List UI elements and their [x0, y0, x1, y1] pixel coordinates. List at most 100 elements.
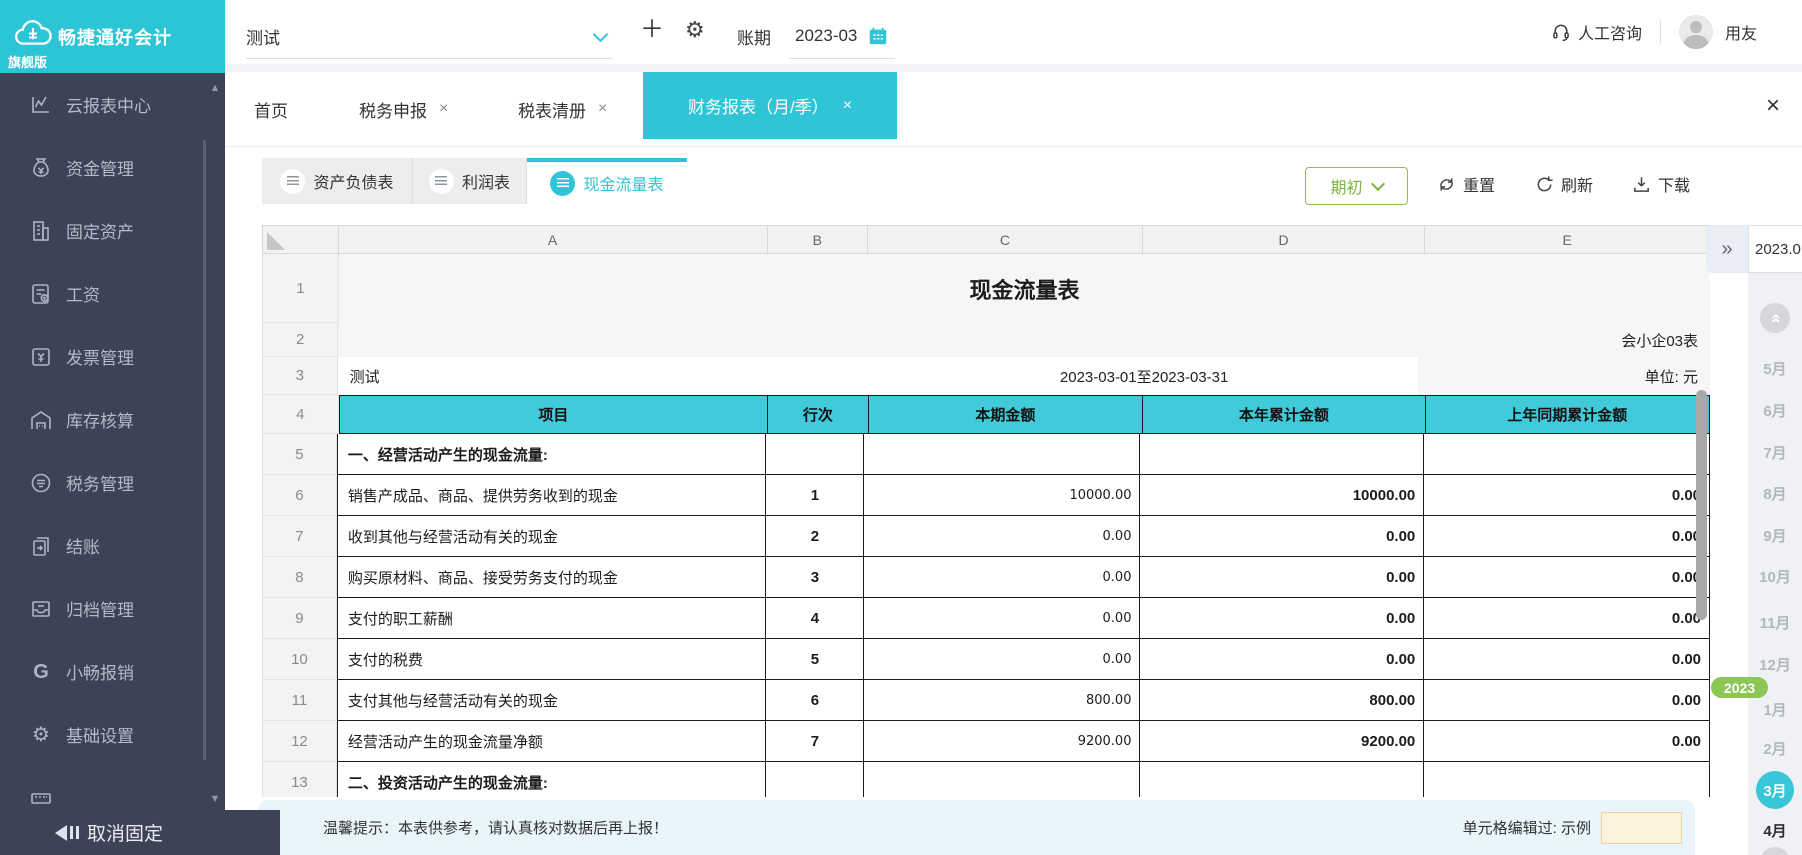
sheet-scrollbar[interactable] [1696, 390, 1707, 620]
row-number[interactable]: 2 [262, 323, 339, 357]
row-number[interactable]: 8 [262, 557, 337, 598]
empty-cell[interactable] [771, 357, 871, 395]
cell-item[interactable]: 支付的税费 [336, 639, 767, 680]
cell-line[interactable]: 2 [766, 516, 865, 557]
user-name[interactable]: 用友 [1725, 20, 1757, 44]
company-name[interactable]: 测试 [337, 357, 772, 395]
cell-item[interactable]: 购买原材料、商品、接受劳务支付的现金 [336, 557, 767, 598]
row-number[interactable]: 12 [262, 721, 337, 762]
month-oct[interactable]: 10月 [1748, 566, 1802, 587]
cell-line[interactable]: 3 [766, 557, 865, 598]
sidebar-item-fixed-assets[interactable]: 固定资产 [0, 199, 225, 262]
cell-ytd[interactable]: 0.00 [1140, 598, 1425, 639]
month-dec[interactable]: 12月 [1748, 654, 1802, 675]
header-line[interactable]: 行次 [768, 395, 869, 434]
header-current[interactable]: 本期金额 [868, 395, 1144, 434]
cell-line[interactable]: 6 [766, 680, 865, 721]
cell-prior[interactable]: 0.00 [1424, 516, 1710, 557]
header-prior[interactable]: 上年同期累计金额 [1425, 395, 1710, 434]
subtab-balance-sheet[interactable]: 资产负债表 [262, 158, 413, 204]
cell-ytd[interactable]: 0.00 [1140, 639, 1425, 680]
sidebar-item-settings[interactable]: ⚙ 基础设置 [0, 703, 225, 766]
support-link[interactable]: 人工咨询 [1551, 20, 1642, 44]
subtab-cash-flow-active[interactable]: 现金流量表 [527, 158, 687, 204]
cell-line[interactable]: 5 [766, 639, 865, 680]
cell-prior[interactable]: 0.00 [1424, 475, 1710, 516]
cell-prior[interactable] [1424, 434, 1710, 475]
cell-current[interactable]: 10000.00 [864, 475, 1141, 516]
month-nov[interactable]: 11月 [1748, 612, 1802, 633]
row-number[interactable]: 13 [262, 762, 337, 797]
sidebar-item-expense[interactable]: G 小畅报销 [0, 640, 225, 703]
cell-prior[interactable]: 0.00 [1424, 557, 1710, 598]
row-number[interactable]: 7 [262, 516, 337, 557]
cell-item[interactable]: 支付的职工薪酬 [336, 598, 767, 639]
cell-line[interactable]: 7 [766, 721, 865, 762]
cell-prior[interactable]: 0.00 [1424, 639, 1710, 680]
cell-current[interactable]: 0.00 [864, 557, 1141, 598]
tab-close-icon[interactable]: × [843, 97, 852, 114]
avatar[interactable] [1678, 15, 1713, 49]
cell-item[interactable]: 销售产成品、商品、提供劳务收到的现金 [336, 475, 767, 516]
cell-current[interactable]: 0.00 [864, 516, 1141, 557]
cell-ytd[interactable] [1140, 762, 1425, 797]
column-header-b[interactable]: B [767, 225, 869, 254]
sidebar-scroll-down-icon[interactable]: ▼ [205, 793, 225, 807]
row-number[interactable]: 11 [262, 680, 337, 721]
collapse-rail-button[interactable]: » [1706, 225, 1748, 273]
sidebar-item-invoices[interactable]: 发票管理 [0, 325, 225, 388]
column-header-e[interactable]: E [1425, 225, 1710, 254]
form-code[interactable]: 会小企03表 [338, 323, 1710, 357]
tab-close-icon[interactable]: × [439, 101, 448, 117]
row-number[interactable]: 3 [262, 357, 338, 395]
rail-scroll-down-button[interactable] [1760, 847, 1790, 855]
rail-scroll-up-button[interactable]: » [1760, 303, 1790, 333]
sidebar-item-archive[interactable]: 归档管理 [0, 577, 225, 640]
month-apr-current[interactable]: 4月 [1748, 820, 1802, 841]
cell-current[interactable] [864, 762, 1141, 797]
cell-current[interactable]: 800.00 [864, 680, 1141, 721]
cell-current[interactable]: 9200.00 [864, 721, 1141, 762]
sidebar-item-funds[interactable]: 资金管理 [0, 136, 225, 199]
header-item[interactable]: 项目 [338, 395, 769, 434]
column-header-d[interactable]: D [1142, 225, 1426, 254]
cell-current[interactable] [864, 434, 1141, 475]
sidebar-item-cloud-reports[interactable]: 云报表中心 [0, 73, 225, 136]
cell-item[interactable]: 经营活动产生的现金流量净额 [336, 721, 767, 762]
cell-item[interactable]: 二、投资活动产生的现金流量: [336, 762, 767, 797]
cell-current[interactable]: 0.00 [864, 598, 1141, 639]
row-number[interactable]: 4 [262, 395, 339, 434]
refresh-button[interactable]: 刷新 [1535, 172, 1593, 196]
add-button[interactable]: ＋ [640, 18, 664, 42]
month-jan[interactable]: 1月 [1748, 699, 1802, 720]
unpin-sidebar-button[interactable]: 取消固定 [0, 810, 280, 855]
unit-label[interactable]: 单位: 元 [1418, 357, 1710, 395]
cell-item[interactable]: 一、经营活动产生的现金流量: [336, 434, 767, 475]
download-button[interactable]: 下载 [1632, 172, 1690, 196]
sidebar-item-inventory[interactable]: 库存核算 [0, 388, 225, 451]
cell-ytd[interactable]: 0.00 [1140, 516, 1425, 557]
row-number[interactable]: 6 [262, 475, 337, 516]
cell-ytd[interactable]: 800.00 [1140, 680, 1425, 721]
tab-tax-register[interactable]: 税表清册 × [518, 72, 607, 146]
row-number[interactable]: 5 [262, 434, 337, 475]
cell-prior[interactable] [1424, 762, 1710, 797]
org-selector[interactable]: 测试 [246, 14, 612, 59]
tab-tax-filing[interactable]: 税务申报 × [359, 72, 448, 146]
opening-balance-dropdown[interactable]: 期初 [1305, 167, 1408, 205]
cell-ytd[interactable] [1140, 434, 1425, 475]
month-mar-active[interactable]: 3月 [1756, 771, 1794, 809]
month-sep[interactable]: 9月 [1748, 525, 1802, 546]
cell-line[interactable] [766, 434, 865, 475]
cell-ytd[interactable]: 10000.00 [1140, 475, 1425, 516]
cell-line[interactable]: 4 [766, 598, 865, 639]
cell-item[interactable]: 收到其他与经营活动有关的现金 [336, 516, 767, 557]
cell-prior[interactable]: 0.00 [1424, 721, 1710, 762]
month-jun[interactable]: 6月 [1748, 400, 1802, 421]
column-header-a[interactable]: A [338, 225, 768, 254]
calendar-icon[interactable] [867, 25, 889, 47]
sidebar-item-closing[interactable]: 结账 [0, 514, 225, 577]
period-range[interactable]: 2023-03-01至2023-03-31 [870, 357, 1419, 395]
cell-current[interactable]: 0.00 [864, 639, 1141, 680]
tab-close-icon[interactable]: × [598, 101, 607, 117]
